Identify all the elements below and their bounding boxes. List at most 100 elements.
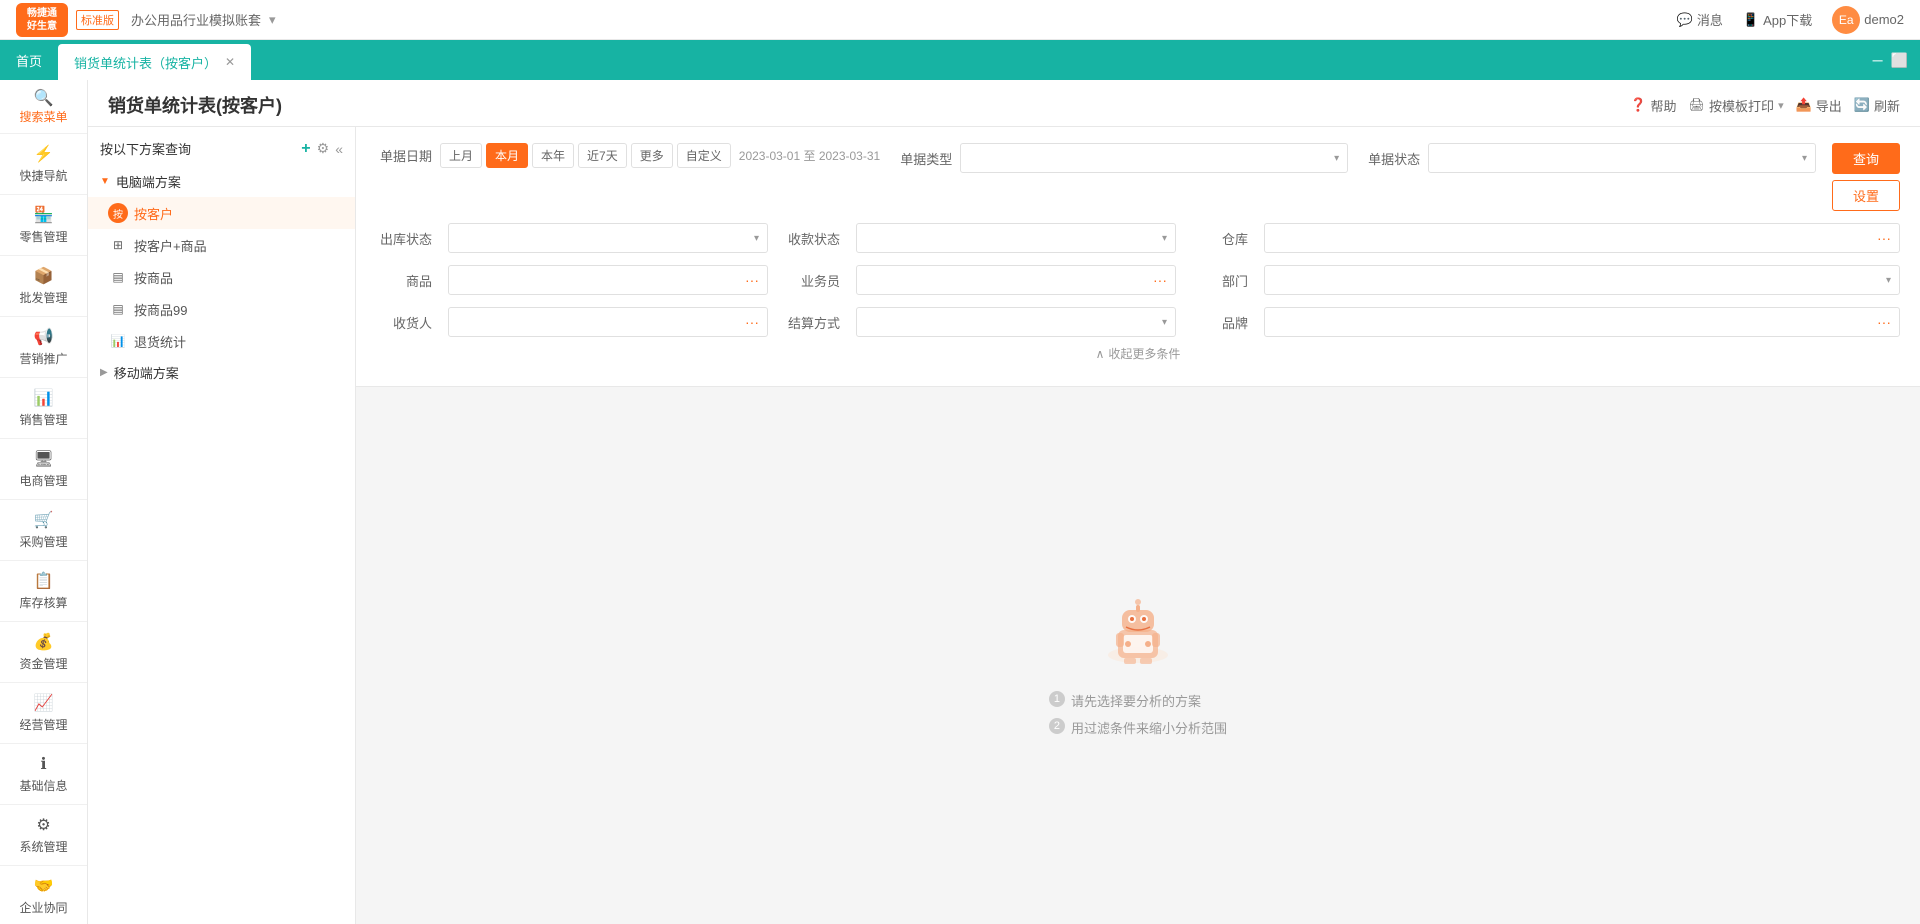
date-range-display: 2023-03-01 至 2023-03-31 xyxy=(739,147,880,164)
recipient-dots-icon[interactable]: ··· xyxy=(745,314,759,330)
warehouse-label: 仓库 xyxy=(1192,229,1248,248)
tree-section-mobile[interactable]: ▶ 移动端方案 xyxy=(88,357,355,388)
sidebar-item-quick-nav[interactable]: ⚡ 快捷导航 xyxy=(0,134,87,195)
message-icon: 💬 xyxy=(1677,12,1693,28)
right-panel: 单据日期 上月 本月 本年 近7天 更多 自定义 2023-03-01 至 20… xyxy=(356,127,1920,924)
date-btn-this-month[interactable]: 本月 xyxy=(486,143,528,168)
sidebar-item-ecommerce[interactable]: 🖥 电商管理 xyxy=(0,439,87,500)
main-layout: 🔍 搜索菜单 ⚡ 快捷导航 🏪 零售管理 📦 批发管理 📢 营销推广 📊 销售管… xyxy=(0,80,1920,924)
wholesale-icon: 📦 xyxy=(34,266,54,286)
outbound-dropdown-icon: ▾ xyxy=(754,233,759,244)
tab-sales-stats[interactable]: 销货单统计表（按客户） ✕ xyxy=(58,44,251,80)
sidebar-item-system[interactable]: ⚙ 系统管理 xyxy=(0,805,87,866)
app-subtitle: 办公用品行业模拟账套 xyxy=(131,10,261,29)
tree-item-product99[interactable]: ▤ 按商品99 xyxy=(88,293,355,325)
filter-area: 单据日期 上月 本月 本年 近7天 更多 自定义 2023-03-01 至 20… xyxy=(356,127,1920,387)
settings-button[interactable]: 设置 xyxy=(1832,180,1900,211)
maximize-icon[interactable]: ⬜ xyxy=(1891,52,1908,69)
help-button[interactable]: ❓ 帮助 xyxy=(1630,96,1676,115)
export-button[interactable]: 📤 导出 xyxy=(1796,96,1842,115)
customer-icon: 按 xyxy=(108,203,128,223)
tree-item-by-customer[interactable]: 按 按客户 xyxy=(88,197,355,229)
sidebar-item-search[interactable]: 🔍 搜索菜单 xyxy=(0,80,87,134)
finance-icon: 💰 xyxy=(34,632,54,652)
dropdown-icon[interactable]: ▾ xyxy=(269,12,276,28)
date-btn-last-month[interactable]: 上月 xyxy=(440,143,482,168)
date-label: 单据日期 xyxy=(376,146,432,165)
tree: ▼ 电脑端方案 按 按客户 ⊞ 按客户+商品 ▤ 按商品 xyxy=(88,166,355,388)
export-icon: 📤 xyxy=(1796,97,1812,113)
panel-settings-button[interactable]: ⚙ xyxy=(317,140,330,157)
app-download-button[interactable]: 📱 App下载 xyxy=(1743,10,1812,29)
tree-item-customer-product[interactable]: ⊞ 按客户+商品 xyxy=(88,229,355,261)
empty-illustration xyxy=(1088,575,1188,675)
query-button[interactable]: 查询 xyxy=(1832,143,1900,174)
sales-icon: 📊 xyxy=(34,388,54,408)
tab-close-icon[interactable]: ✕ xyxy=(225,55,235,69)
salesperson-dots-icon[interactable]: ··· xyxy=(1153,272,1167,288)
refresh-icon: 🔄 xyxy=(1854,97,1870,113)
brand-select[interactable]: ··· xyxy=(1264,307,1900,337)
minimize-icon[interactable]: ─ xyxy=(1873,52,1883,68)
payment-select[interactable]: ▾ xyxy=(856,223,1176,253)
date-buttons: 上月 本月 本年 近7天 更多 自定义 xyxy=(440,143,731,168)
sidebar-item-inventory[interactable]: 📋 库存核算 xyxy=(0,561,87,622)
date-btn-more[interactable]: 更多 xyxy=(631,143,673,168)
inventory-icon: 📋 xyxy=(34,571,54,591)
download-icon: 📱 xyxy=(1743,12,1759,28)
tree-mobile-label: 移动端方案 xyxy=(114,363,179,382)
sidebar-item-retail[interactable]: 🏪 零售管理 xyxy=(0,195,87,256)
refresh-button[interactable]: 🔄 刷新 xyxy=(1854,96,1900,115)
print-dropdown-icon[interactable]: ▾ xyxy=(1778,99,1784,112)
recipient-select[interactable]: ··· xyxy=(448,307,768,337)
settlement-select[interactable]: ▾ xyxy=(856,307,1176,337)
tree-item-by-product[interactable]: ▤ 按商品 xyxy=(88,261,355,293)
brand-dots-icon[interactable]: ··· xyxy=(1877,314,1891,330)
outbound-select[interactable]: ▾ xyxy=(448,223,768,253)
retail-icon: 🏪 xyxy=(34,205,54,225)
product-select[interactable]: ··· xyxy=(448,265,768,295)
top-bar-left: 畅捷通 好生意 标准版 办公用品行业模拟账套 ▾ xyxy=(16,3,276,37)
date-btn-this-year[interactable]: 本年 xyxy=(532,143,574,168)
date-btn-7days[interactable]: 近7天 xyxy=(578,143,627,168)
sidebar-item-basic-info[interactable]: ℹ 基础信息 xyxy=(0,744,87,805)
tree-section-label: 电脑端方案 xyxy=(116,172,181,191)
product-icon: ▤ xyxy=(108,267,128,287)
print-button[interactable]: 🖨 按模板打印 ▾ xyxy=(1689,96,1784,115)
doc-type-select[interactable]: ▾ xyxy=(960,143,1348,173)
doc-status-dropdown-icon: ▾ xyxy=(1802,153,1807,164)
filter-actions: 查询 设置 xyxy=(1832,143,1900,211)
doc-status-label: 单据状态 xyxy=(1364,149,1420,168)
department-label: 部门 xyxy=(1192,271,1248,290)
content-area: 销货单统计表(按客户) ❓ 帮助 🖨 按模板打印 ▾ 📤 导出 🔄 刷新 xyxy=(88,80,1920,924)
sidebar-item-wholesale[interactable]: 📦 批发管理 xyxy=(0,256,87,317)
empty-tip-2: 2 用过滤条件来缩小分析范围 xyxy=(1049,718,1227,737)
warehouse-select[interactable]: ··· xyxy=(1264,223,1900,253)
content-header: 销货单统计表(按客户) ❓ 帮助 🖨 按模板打印 ▾ 📤 导出 🔄 刷新 xyxy=(88,80,1920,127)
sidebar-item-marketing[interactable]: 📢 营销推广 xyxy=(0,317,87,378)
user-menu[interactable]: Ea demo2 xyxy=(1832,6,1904,34)
tab-home[interactable]: 首页 xyxy=(0,40,58,80)
warehouse-dots-icon[interactable]: ··· xyxy=(1877,230,1891,246)
page-title: 销货单统计表(按客户) xyxy=(108,92,282,118)
sidebar-item-enterprise[interactable]: 🤝 企业协同 xyxy=(0,866,87,924)
panel-add-button[interactable]: + xyxy=(301,140,310,158)
sidebar-item-operations[interactable]: 📈 经营管理 xyxy=(0,683,87,744)
panel-collapse-button[interactable]: « xyxy=(335,141,343,157)
sidebar-item-purchase[interactable]: 🛒 采购管理 xyxy=(0,500,87,561)
department-select[interactable]: ▾ xyxy=(1264,265,1900,295)
doc-type-dropdown-icon: ▾ xyxy=(1334,153,1339,164)
collapse-button[interactable]: ∧ 收起更多条件 xyxy=(376,337,1900,370)
sidebar-item-sales[interactable]: 📊 销售管理 xyxy=(0,378,87,439)
salesperson-select[interactable]: ··· xyxy=(856,265,1176,295)
product-label: 商品 xyxy=(376,271,432,290)
sidebar-item-finance[interactable]: 💰 资金管理 xyxy=(0,622,87,683)
tip-num-1: 1 xyxy=(1049,691,1065,707)
doc-status-select[interactable]: ▾ xyxy=(1428,143,1816,173)
ecommerce-icon: 🖥 xyxy=(33,449,53,469)
message-button[interactable]: 💬 消息 xyxy=(1677,10,1723,29)
tree-item-return-stats[interactable]: 📊 退货统计 xyxy=(88,325,355,357)
date-btn-custom[interactable]: 自定义 xyxy=(677,143,731,168)
tree-section-desktop[interactable]: ▼ 电脑端方案 xyxy=(88,166,355,197)
product-dots-icon[interactable]: ··· xyxy=(745,272,759,288)
